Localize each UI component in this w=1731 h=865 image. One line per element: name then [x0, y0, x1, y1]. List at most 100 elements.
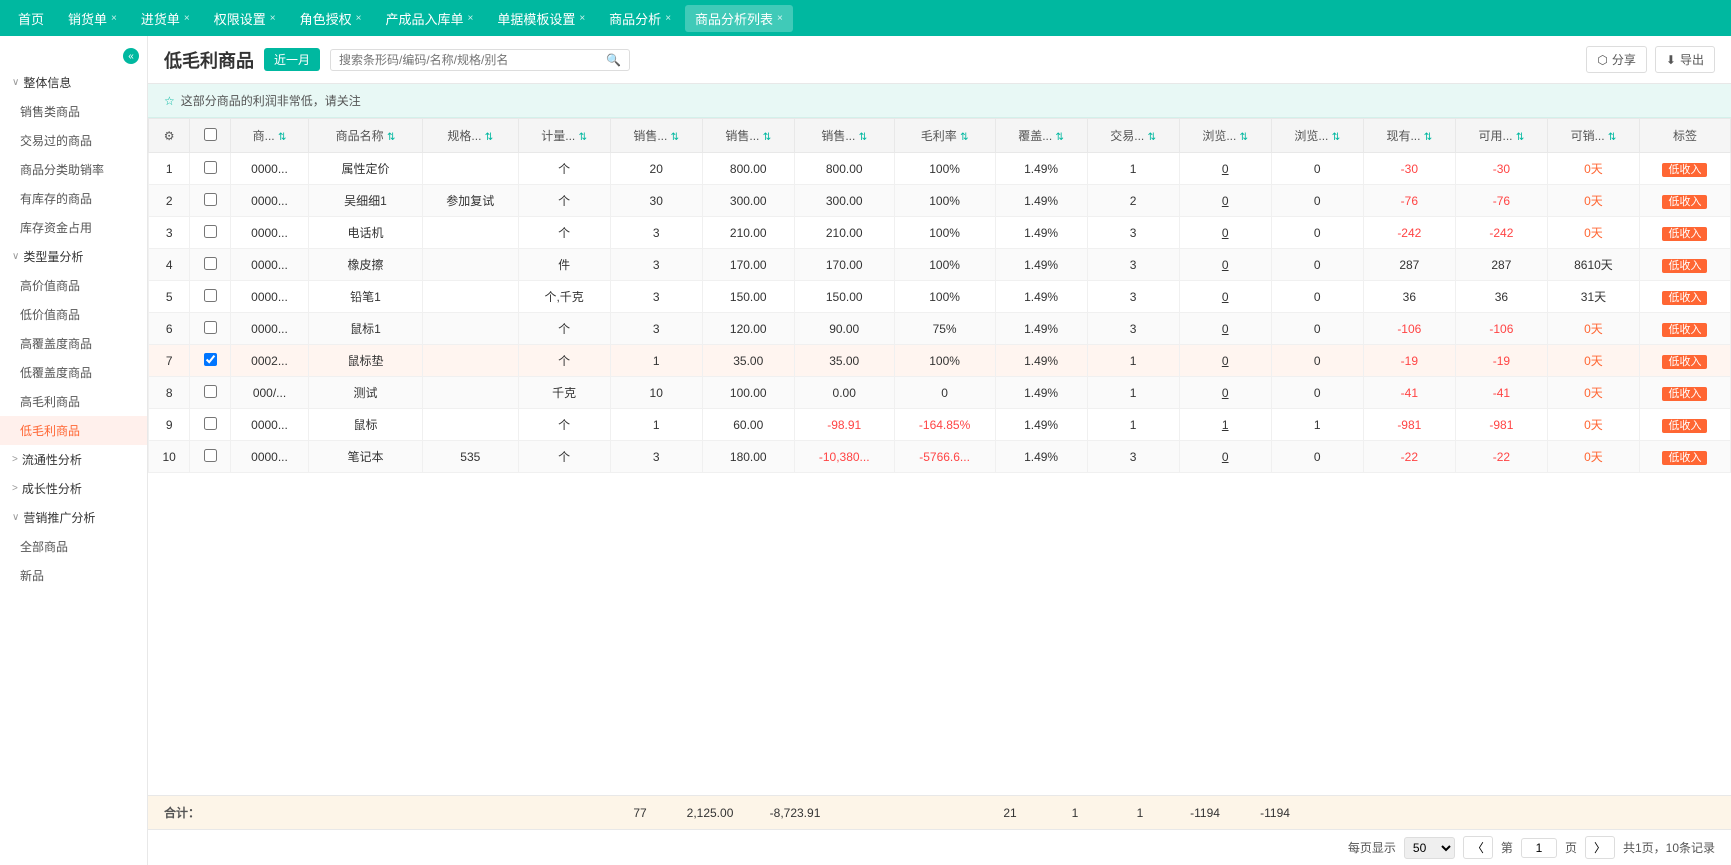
page-number-input[interactable] [1521, 838, 1557, 858]
nav-close-icon[interactable]: × [467, 13, 473, 24]
row-checkbox[interactable] [204, 289, 217, 302]
footer-cell-9 [840, 806, 910, 820]
nav-item-权限设置[interactable]: 权限设置× [204, 5, 286, 32]
browse1-link[interactable]: 0 [1222, 354, 1229, 368]
nav-item-角色授权[interactable]: 角色授权× [290, 5, 372, 32]
row-checkbox[interactable] [204, 321, 217, 334]
sidebar-group-整体信息[interactable]: ∨整体信息 [0, 68, 147, 97]
row-number: 7 [149, 345, 190, 377]
share-button[interactable]: ⬡ 分享 [1586, 46, 1647, 73]
sidebar-group-营销推广分析[interactable]: ∨营销推广分析 [0, 503, 147, 532]
browse1-link[interactable]: 0 [1222, 258, 1229, 272]
table-header-16[interactable]: 可销... ⇅ [1547, 119, 1639, 153]
nav-close-icon[interactable]: × [777, 13, 783, 24]
product-spec [422, 345, 518, 377]
sidebar-item-高价值商品[interactable]: 高价值商品 [0, 271, 147, 300]
table-header-11[interactable]: 交易... ⇅ [1087, 119, 1179, 153]
browse1-link[interactable]: 1 [1222, 418, 1229, 432]
prev-page-button[interactable]: 〈 [1463, 836, 1493, 859]
sidebar-item-高毛利商品[interactable]: 高毛利商品 [0, 387, 147, 416]
sidebar-item-商品分类助销率[interactable]: 商品分类助销率 [0, 155, 147, 184]
total-records-label: 共1页，10条记录 [1623, 839, 1715, 856]
sidebar-item-有库存的商品[interactable]: 有库存的商品 [0, 184, 147, 213]
search-icon[interactable]: 🔍 [606, 53, 621, 67]
row-checkbox[interactable] [204, 417, 217, 430]
next-page-button[interactable]: 〉 [1585, 836, 1615, 859]
time-filter-button[interactable]: 近一月 [264, 48, 320, 71]
sidebar-group-成长性分析[interactable]: >成长性分析 [0, 474, 147, 503]
sort-icon: ⇅ [579, 132, 587, 143]
nav-item-商品分析列表[interactable]: 商品分析列表× [685, 5, 793, 32]
table-header-15[interactable]: 可用... ⇅ [1455, 119, 1547, 153]
sidebar-group-类型量分析[interactable]: ∨类型量分析 [0, 242, 147, 271]
row-checkbox[interactable] [204, 225, 217, 238]
nav-item-单据模板设置[interactable]: 单据模板设置× [487, 5, 595, 32]
table-header-6[interactable]: 销售... ⇅ [610, 119, 702, 153]
sidebar-item-库存资金占用[interactable]: 库存资金占用 [0, 213, 147, 242]
browse1-link[interactable]: 0 [1222, 162, 1229, 176]
browse1-link[interactable]: 0 [1222, 386, 1229, 400]
tag-cell: 低收入 [1639, 281, 1730, 313]
row-checkbox[interactable] [204, 257, 217, 270]
nav-close-icon[interactable]: × [579, 13, 585, 24]
table-header-8[interactable]: 销售... ⇅ [794, 119, 894, 153]
select-all-checkbox[interactable] [204, 128, 217, 141]
table-header-13[interactable]: 浏览... ⇅ [1271, 119, 1363, 153]
table-header-17: 标签 [1639, 119, 1730, 153]
nav-close-icon[interactable]: × [270, 13, 276, 24]
sidebar-item-新品[interactable]: 新品 [0, 561, 147, 590]
sidebar-collapse-button[interactable]: « [123, 48, 139, 64]
nav-item-首页[interactable]: 首页 [8, 5, 54, 32]
footer-cell-7: 2,125.00 [670, 806, 750, 820]
sidebar-item-全部商品[interactable]: 全部商品 [0, 532, 147, 561]
table-header-12[interactable]: 浏览... ⇅ [1179, 119, 1271, 153]
page-size-select[interactable]: 50 100 200 [1404, 837, 1455, 859]
row-checkbox[interactable] [204, 353, 217, 366]
table-header-7[interactable]: 销售... ⇅ [702, 119, 794, 153]
page-label: 第 [1501, 839, 1513, 856]
coverage: 1 [1087, 377, 1179, 409]
sidebar-item-低覆盖度商品[interactable]: 低覆盖度商品 [0, 358, 147, 387]
table-header-14[interactable]: 现有... ⇅ [1363, 119, 1455, 153]
sidebar-item-低价值商品[interactable]: 低价值商品 [0, 300, 147, 329]
nav-item-商品分析[interactable]: 商品分析× [599, 5, 681, 32]
gross-margin: 1.49% [995, 377, 1087, 409]
sidebar-item-低毛利商品[interactable]: 低毛利商品 [0, 416, 147, 445]
sort-icon: ⇅ [960, 132, 968, 143]
nav-close-icon[interactable]: × [665, 13, 671, 24]
tag-badge: 低收入 [1662, 195, 1707, 209]
stock: 287 [1363, 249, 1455, 281]
table-header-3[interactable]: 商品名称 ⇅ [308, 119, 422, 153]
row-checkbox[interactable] [204, 385, 217, 398]
sidebar-item-高覆盖度商品[interactable]: 高覆盖度商品 [0, 329, 147, 358]
sidebar-item-交易过的商品[interactable]: 交易过的商品 [0, 126, 147, 155]
browse1-link[interactable]: 0 [1222, 450, 1229, 464]
browse1-link[interactable]: 0 [1222, 194, 1229, 208]
stock: 36 [1363, 281, 1455, 313]
nav-close-icon[interactable]: × [356, 13, 362, 24]
product-name: 鼠标垫 [308, 345, 422, 377]
nav-item-销货单[interactable]: 销货单× [58, 5, 127, 32]
export-button[interactable]: ⬇ 导出 [1655, 46, 1715, 73]
sales-amount: -10,380... [794, 441, 894, 473]
product-spec: 535 [422, 441, 518, 473]
table-header-9[interactable]: 毛利率 ⇅ [894, 119, 995, 153]
row-checkbox-cell [190, 313, 231, 345]
sidebar-group-流通性分析[interactable]: >流通性分析 [0, 445, 147, 474]
nav-close-icon[interactable]: × [111, 13, 117, 24]
search-input[interactable] [339, 53, 602, 67]
nav-item-产成品入库单[interactable]: 产成品入库单× [375, 5, 483, 32]
table-header-4[interactable]: 规格... ⇅ [422, 119, 518, 153]
browse1-link[interactable]: 0 [1222, 290, 1229, 304]
table-header-2[interactable]: 商... ⇅ [231, 119, 309, 153]
browse1-link[interactable]: 0 [1222, 226, 1229, 240]
row-checkbox[interactable] [204, 161, 217, 174]
row-checkbox[interactable] [204, 449, 217, 462]
table-header-10[interactable]: 覆盖... ⇅ [995, 119, 1087, 153]
nav-item-进货单[interactable]: 进货单× [131, 5, 200, 32]
row-checkbox[interactable] [204, 193, 217, 206]
nav-close-icon[interactable]: × [184, 13, 190, 24]
browse1-link[interactable]: 0 [1222, 322, 1229, 336]
sidebar-item-销售类商品[interactable]: 销售类商品 [0, 97, 147, 126]
table-header-5[interactable]: 计量... ⇅ [518, 119, 610, 153]
